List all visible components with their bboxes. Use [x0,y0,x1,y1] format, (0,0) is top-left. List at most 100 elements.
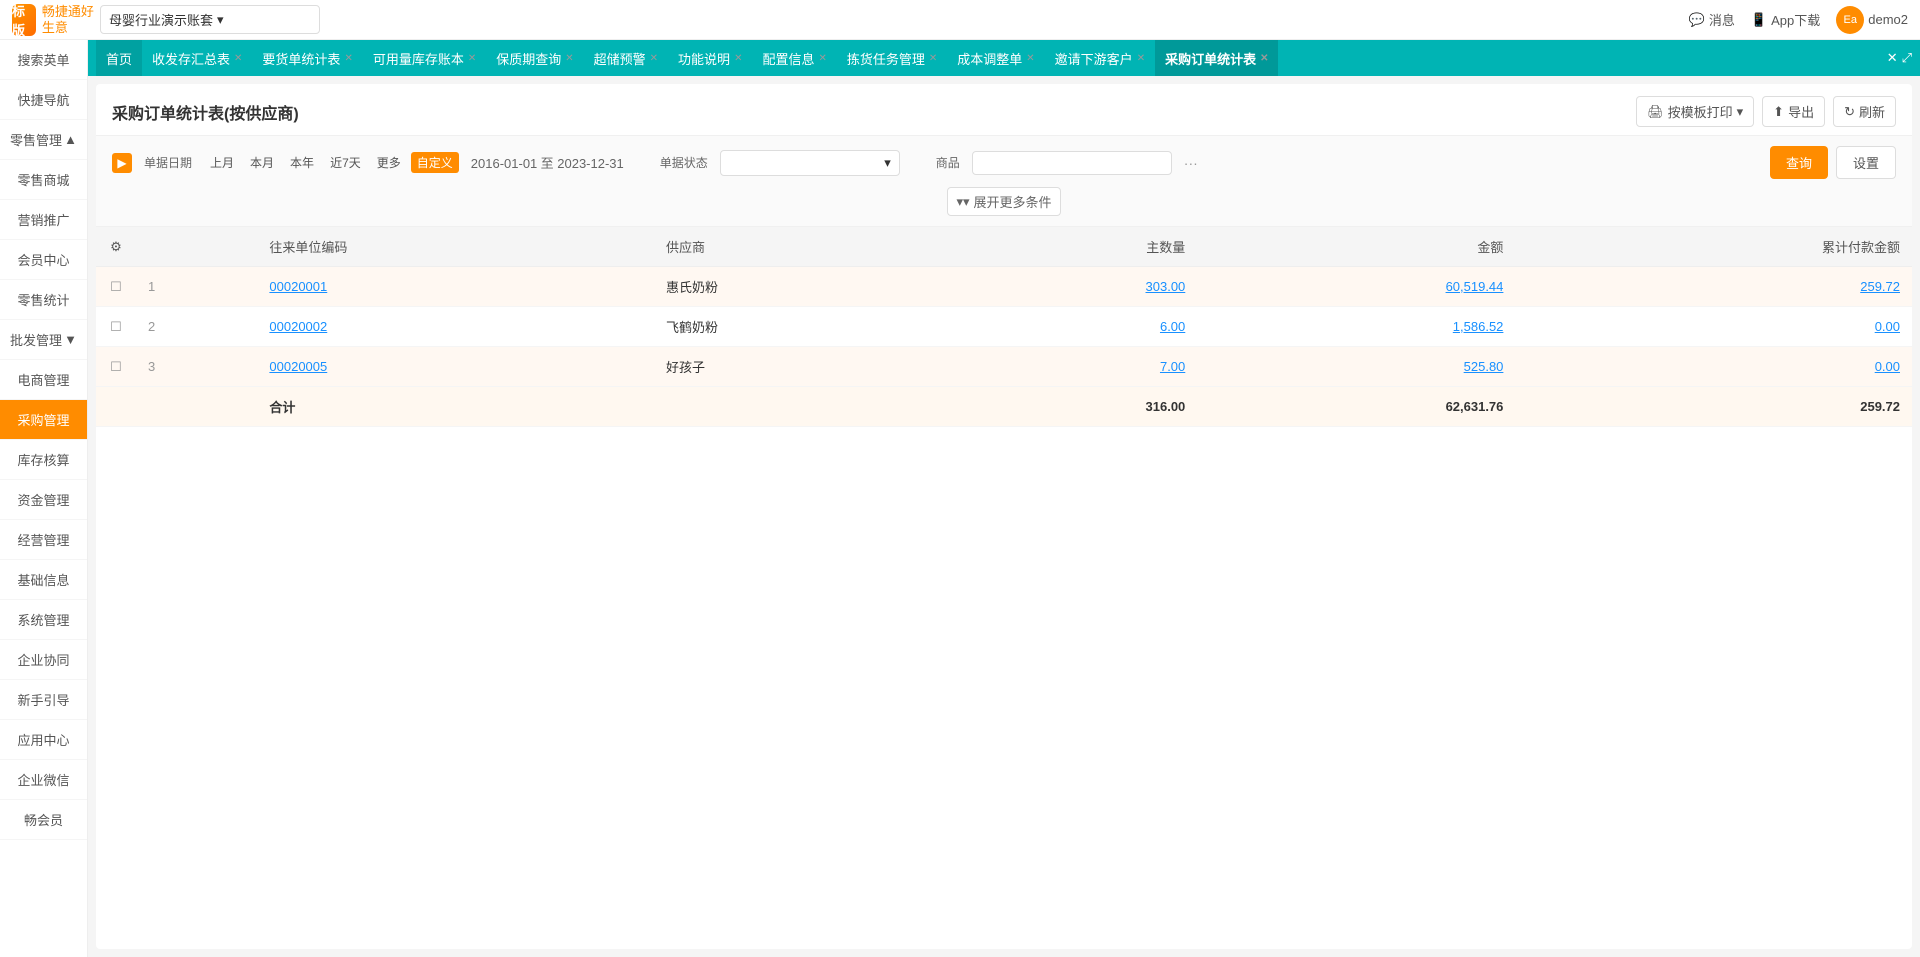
sidebar-item-newbie[interactable]: 新手引导 [0,680,87,720]
settings-button[interactable]: 设置 [1836,146,1896,179]
nav-item-inventory-book[interactable]: 可用量库存账本 ✕ [363,40,486,76]
th-quantity: 主数量 [949,227,1197,267]
sidebar-item-purchase[interactable]: 采购管理 [0,400,87,440]
chevron-down-icon-print: ▾ [1737,104,1744,120]
date-label: 单据日期 [144,154,192,171]
row-paid[interactable]: 0.00 [1515,347,1912,387]
sidebar-item-basic[interactable]: 基础信息 [0,560,87,600]
status-label: 单据状态 [660,154,708,171]
row-amount[interactable]: 60,519.44 [1197,267,1515,307]
sidebar-item-inventory[interactable]: 库存核算 [0,440,87,480]
close-icon-expiry[interactable]: ✕ [565,53,573,64]
row-unit-code[interactable]: 00020005 [257,347,654,387]
sidebar-item-appcenter[interactable]: 应用中心 [0,720,87,760]
close-icon-overstock[interactable]: ✕ [650,53,658,64]
row-quantity[interactable]: 6.00 [949,307,1197,347]
nav-item-cost-adjust[interactable]: 成本调整单 ✕ [947,40,1044,76]
nav-item-expiry[interactable]: 保质期查询 ✕ [486,40,583,76]
app-download-btn[interactable]: 📱 App下载 [1751,10,1820,29]
row-gear[interactable]: ☐ [96,307,136,347]
footer-amount: 62,631.76 [1197,387,1515,427]
nav-item-function[interactable]: 功能说明 ✕ [668,40,752,76]
query-button[interactable]: 查询 [1770,146,1828,179]
user-area[interactable]: Ea demo2 [1836,6,1908,34]
nav-bar: 首页 收发存汇总表 ✕ 要货单统计表 ✕ 可用量库存账本 ✕ 保质期查询 ✕ 超… [88,40,1920,76]
top-right: 💬 消息 📱 App下载 Ea demo2 [1689,6,1908,34]
date-range: 2016-01-01 至 2023-12-31 [471,153,624,172]
row-paid[interactable]: 0.00 [1515,307,1912,347]
row-paid[interactable]: 259.72 [1515,267,1912,307]
sidebar-item-enterprise[interactable]: 企业协同 [0,640,87,680]
close-icon-config[interactable]: ✕ [818,53,826,64]
sidebar-item-enterprise-wechat[interactable]: 企业微信 [0,760,87,800]
refresh-button[interactable]: ↻ 刷新 [1833,96,1896,127]
shortcut-this-month[interactable]: 本月 [244,152,280,173]
sidebar-item-member[interactable]: 会员中心 [0,240,87,280]
row-gear[interactable]: ☐ [96,267,136,307]
close-icon-picking[interactable]: ✕ [929,53,937,64]
export-button[interactable]: ⬆ 导出 [1762,96,1825,127]
th-gear[interactable]: ⚙ [96,227,136,267]
nav-item-config[interactable]: 配置信息 ✕ [752,40,836,76]
nav-item-overstock[interactable]: 超储预警 ✕ [584,40,668,76]
sidebar-item-vip[interactable]: 畅会员 [0,800,87,840]
close-icon-invite[interactable]: ✕ [1137,53,1145,64]
nav-more-btn[interactable]: ✕ ⤢ [1887,50,1912,66]
message-btn[interactable]: 💬 消息 [1689,10,1735,29]
sidebar-item-search[interactable]: 搜索英单 [0,40,87,80]
chevron-down-icon-wholesale: ▼ [64,332,77,347]
export-icon: ⬆ [1773,104,1784,120]
sidebar-item-operation[interactable]: 经营管理 [0,520,87,560]
nav-item-goods-summary[interactable]: 要货单统计表 ✕ [252,40,362,76]
shortcut-this-year[interactable]: 本年 [284,152,320,173]
row-quantity[interactable]: 7.00 [949,347,1197,387]
close-icon-function[interactable]: ✕ [734,53,742,64]
sidebar-item-shortcut[interactable]: 快捷导航 [0,80,87,120]
close-icon-purchase-summary[interactable]: ✕ [1260,53,1268,64]
sidebar-item-system[interactable]: 系统管理 [0,600,87,640]
nav-item-picking[interactable]: 拣货任务管理 ✕ [837,40,947,76]
sidebar-item-retail-shop[interactable]: 零售商城 [0,160,87,200]
goods-input[interactable] [972,151,1172,175]
row-amount[interactable]: 1,586.52 [1197,307,1515,347]
close-icon-cost-adjust[interactable]: ✕ [1026,53,1034,64]
shortcut-more[interactable]: 更多 [371,152,407,173]
close-icon-goods-summary[interactable]: ✕ [344,53,352,64]
row-unit-code[interactable]: 00020002 [257,307,654,347]
close-icon-inventory-book[interactable]: ✕ [468,53,476,64]
row-unit-code[interactable]: 00020001 [257,267,654,307]
expand-more-btn[interactable]: ▾▾ 展开更多条件 [947,187,1060,216]
sidebar-item-ecommerce[interactable]: 电商管理 [0,360,87,400]
nav-item-receivable[interactable]: 收发存汇总表 ✕ [142,40,252,76]
expand-icon: ▾▾ [956,194,969,210]
row-num: 1 [136,267,257,307]
table-row: ☐ 3 00020005 好孩子 7.00 525.80 0.00 [96,347,1912,387]
workspace-selector[interactable]: 母婴行业演示账套 ▾ [100,5,320,34]
table-row: ☐ 1 00020001 惠氏奶粉 303.00 60,519.44 259.7… [96,267,1912,307]
shortcut-last-month[interactable]: 上月 [204,152,240,173]
row-gear[interactable]: ☐ [96,347,136,387]
table-header-row: ⚙ 往来单位编码 供应商 主数量 金额 累计付款金额 [96,227,1912,267]
sidebar-item-retail-stat[interactable]: 零售统计 [0,280,87,320]
status-select[interactable]: ▾ [720,150,900,176]
shortcut-7days[interactable]: 近7天 [324,152,367,173]
page-content: 采购订单统计表(按供应商) 🖨 按模板打印 ▾ ⬆ 导出 ↻ 刷新 [96,84,1912,949]
sidebar-item-finance[interactable]: 资金管理 [0,480,87,520]
row-quantity[interactable]: 303.00 [949,267,1197,307]
sidebar-item-wholesale[interactable]: 批发管理 ▼ [0,320,87,360]
nav-item-invite[interactable]: 邀请下游客户 ✕ [1045,40,1155,76]
table-footer-row: 合计 316.00 62,631.76 259.72 [96,387,1912,427]
row-amount[interactable]: 525.80 [1197,347,1515,387]
print-button[interactable]: 🖨 按模板打印 ▾ [1636,96,1754,127]
goods-more-icon[interactable]: ··· [1184,155,1198,171]
nav-item-purchase-summary[interactable]: 采购订单统计表 ✕ [1155,40,1278,76]
toggle-filter-btn[interactable]: ▶ [112,153,132,173]
sidebar-item-marketing[interactable]: 营销推广 [0,200,87,240]
printer-icon: 🖨 [1647,104,1664,120]
nav-item-home[interactable]: 首页 [96,40,142,76]
close-icon-receivable[interactable]: ✕ [234,53,242,64]
sidebar-item-retail[interactable]: 零售管理 ▲ [0,120,87,160]
custom-date-badge[interactable]: 自定义 [411,152,459,173]
chevron-down-icon-status: ▾ [884,155,891,171]
footer-supplier [654,387,949,427]
